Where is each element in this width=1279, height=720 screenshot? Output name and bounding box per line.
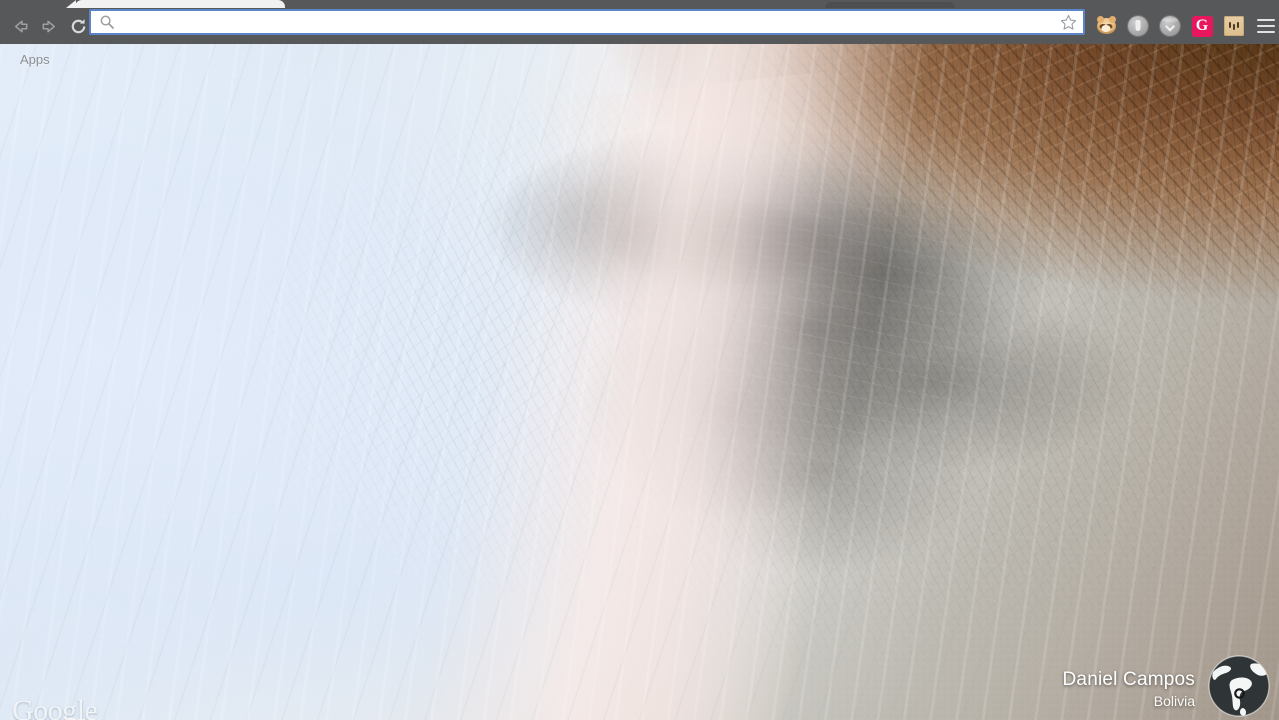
honey-extension-icon[interactable] (1218, 8, 1250, 44)
back-button[interactable] (6, 8, 35, 44)
grammarly-letter: G (1191, 15, 1213, 37)
location-country: Bolivia (1153, 692, 1195, 709)
chrome-menu-icon[interactable] (1250, 8, 1279, 44)
photo-grain-layer (0, 44, 1279, 720)
forward-button[interactable] (35, 8, 64, 44)
hamster-extension-icon[interactable] (1090, 8, 1122, 44)
bookmark-item-apps[interactable]: Apps (14, 50, 56, 69)
browser-chrome: G (0, 0, 1279, 44)
location-caption: Daniel Campos Bolivia (1063, 669, 1196, 710)
bookmark-bar: Apps (0, 44, 1279, 74)
browser-window: Google Daniel Campos Bolivia Apps G (0, 0, 1279, 720)
address-input[interactable] (121, 12, 1055, 32)
location-title: Daniel Campos (1062, 668, 1195, 690)
grammarly-extension-icon[interactable]: G (1186, 8, 1218, 44)
address-bar[interactable] (89, 9, 1085, 35)
tab-strip (0, 0, 1279, 8)
pocket-extension-icon[interactable] (1154, 8, 1186, 44)
globe-location-icon[interactable] (1199, 646, 1273, 720)
search-icon (99, 14, 115, 30)
privacy-badger-extension-icon[interactable] (1122, 8, 1154, 44)
extension-tray: G (1090, 8, 1279, 44)
tab-active[interactable] (75, 0, 285, 8)
bookmark-star-icon[interactable] (1055, 11, 1081, 33)
google-watermark: Google (12, 694, 98, 720)
earthview-photo[interactable]: Google Daniel Campos Bolivia (0, 44, 1279, 720)
